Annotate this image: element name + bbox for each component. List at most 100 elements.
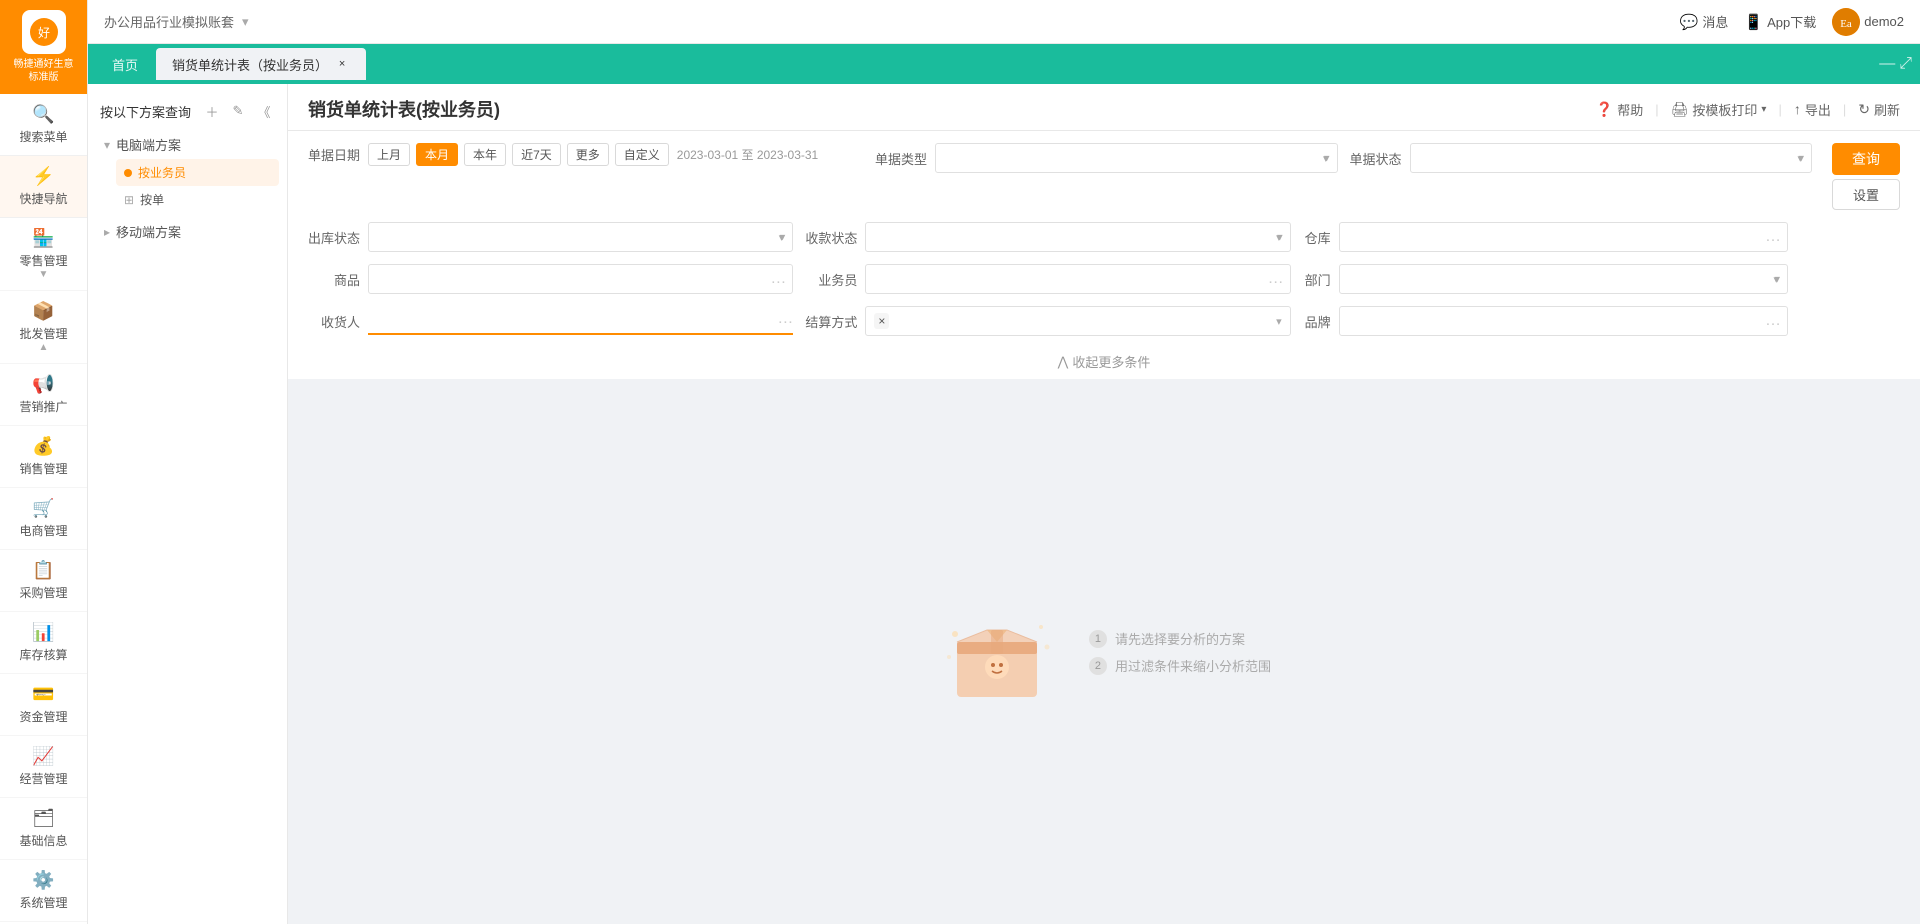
doc-status-group: 单据状态 — [1350, 143, 1813, 173]
marketing-icon: 📢 — [32, 374, 54, 395]
date-filter-group: 单据日期 上月 本月 本年 近7天 更多 自定义 2023-03-01 至 20… — [308, 143, 863, 166]
salesperson-group: 业务员 … — [805, 264, 1290, 294]
search-menu-btn[interactable]: 🔍 搜索菜单 — [6, 100, 81, 149]
tab-close-btn[interactable]: × — [334, 56, 350, 72]
sidebar-item-finance[interactable]: 💳 资金管理 — [0, 674, 87, 736]
payment-group: 结算方式 × ▾ — [805, 306, 1290, 336]
panel-edit-btn[interactable]: ✎ — [227, 100, 249, 122]
tab-minimize-btn[interactable]: — — [1879, 55, 1895, 73]
warehouse-input[interactable]: … — [1339, 222, 1788, 252]
warehouse-dots: … — [1765, 228, 1781, 246]
print-arrow: ▾ — [1761, 104, 1766, 115]
tree-mobile-scheme[interactable]: ▸ 移动端方案 — [96, 217, 279, 246]
tree-item-by-order[interactable]: ⊞ 按单 — [116, 186, 279, 213]
sidebar-item-system[interactable]: ⚙️ 系统管理 — [0, 860, 87, 922]
message-label: 消息 — [1702, 12, 1728, 31]
brand-input[interactable]: … — [1339, 306, 1788, 336]
sidebar-item-operation[interactable]: 📈 经营管理 — [0, 736, 87, 798]
inventory-icon: 📊 — [32, 622, 54, 643]
logo-text: 畅捷通好生意 标准版 — [14, 58, 74, 84]
department-select[interactable] — [1339, 264, 1788, 294]
tab-maximize-btn[interactable]: ⤢ — [1899, 55, 1912, 73]
tree-pc-scheme[interactable]: ▾ 电脑端方案 — [96, 130, 279, 159]
doc-status-select[interactable] — [1410, 143, 1812, 173]
panel-collapse-btn[interactable]: 《 — [253, 100, 275, 122]
sidebar-item-purchase[interactable]: 📋 采购管理 — [0, 550, 87, 612]
doc-type-select-wrapper — [935, 143, 1337, 173]
sidebar-item-ecommerce[interactable]: 🛒 电商管理 — [0, 488, 87, 550]
sidebar-item-wholesale[interactable]: 📦 批发管理 ▲ — [0, 291, 87, 364]
query-btn[interactable]: 查询 — [1832, 143, 1900, 175]
svg-text:好: 好 — [37, 26, 49, 40]
tab-sales-stats[interactable]: 销货单统计表（按业务员） × — [156, 48, 366, 80]
sidebar-item-retail[interactable]: 🏪 零售管理 ▼ — [0, 218, 87, 291]
filter-row-3: 商品 … 业务员 … 部门 — [288, 260, 1920, 302]
app-download-btn[interactable]: 📱 App下载 — [1744, 12, 1816, 31]
sidebar-item-basic[interactable]: 🗂 基础信息 — [0, 798, 87, 860]
retail-icon: 🏪 — [32, 228, 54, 249]
salesperson-input[interactable]: … — [865, 264, 1290, 294]
page-header: 销货单统计表(按业务员) ❓ 帮助 | 🖨 按模板打印 ▾ | ↑ — [288, 84, 1920, 131]
empty-tips: 1 请先选择要分析的方案 2 用过滤条件来缩小分析范围 — [1089, 629, 1271, 675]
help-icon: ❓ — [1596, 101, 1613, 118]
empty-illustration — [937, 592, 1057, 712]
salesperson-dots: … — [1268, 270, 1284, 288]
system-icon: ⚙️ — [32, 870, 54, 891]
quick-nav-btn[interactable]: ⚡ 快捷导航 — [6, 162, 81, 211]
user-menu[interactable]: Ea demo2 — [1832, 8, 1904, 36]
quick-nav-item[interactable]: ⚡ 快捷导航 — [0, 156, 87, 218]
recv-status-wrapper — [865, 222, 1290, 252]
this-year-btn[interactable]: 本年 — [464, 143, 506, 166]
payment-select[interactable]: × ▾ — [865, 306, 1290, 336]
consignee-group: 收货人 … — [308, 307, 793, 335]
consignee-input[interactable]: … — [368, 307, 793, 335]
page-title: 销货单统计表(按业务员) — [308, 96, 500, 122]
department-wrapper — [1339, 264, 1788, 294]
refresh-btn[interactable]: ↻ 刷新 — [1858, 100, 1900, 119]
department-label: 部门 — [1303, 270, 1331, 289]
recv-status-select[interactable] — [865, 222, 1290, 252]
home-label: 首页 — [112, 55, 138, 74]
print-btn[interactable]: 🖨 按模板打印 ▾ — [1671, 100, 1767, 119]
settings-btn[interactable]: 设置 — [1832, 179, 1900, 210]
tab-actions: — ⤢ — [1879, 55, 1912, 73]
tree-item-by-salesperson[interactable]: 按业务员 — [116, 159, 279, 186]
collapse-btn[interactable]: ⋀ 收起更多条件 — [288, 344, 1920, 379]
last7days-btn[interactable]: 近7天 — [512, 143, 561, 166]
payment-arrow: ▾ — [1276, 315, 1282, 328]
refresh-icon: ↻ — [1858, 101, 1870, 118]
active-dot — [124, 169, 132, 177]
doc-status-label: 单据状态 — [1350, 149, 1402, 168]
help-btn[interactable]: ❓ 帮助 — [1596, 100, 1643, 119]
panel-actions: ＋ ✎ 《 — [201, 100, 275, 122]
tab-home[interactable]: 首页 — [96, 48, 154, 80]
doc-type-select[interactable] — [935, 143, 1337, 173]
export-btn[interactable]: ↑ 导出 — [1794, 100, 1831, 119]
date-filter-row: 上月 本月 本年 近7天 更多 自定义 — [368, 143, 669, 166]
prev-month-btn[interactable]: 上月 — [368, 143, 410, 166]
out-status-select[interactable] — [368, 222, 793, 252]
tab-sales-label: 销货单统计表（按业务员） — [172, 55, 328, 74]
this-month-btn[interactable]: 本月 — [416, 143, 458, 166]
action-buttons: 查询 设置 — [1832, 143, 1900, 210]
sidebar-item-inventory[interactable]: 📊 库存核算 — [0, 612, 87, 674]
filter-section: 单据日期 上月 本月 本年 近7天 更多 自定义 2023-03-01 至 20… — [288, 131, 1920, 379]
sidebar-item-marketing[interactable]: 📢 营销推广 — [0, 364, 87, 426]
custom-btn[interactable]: 自定义 — [615, 143, 669, 166]
panel-add-btn[interactable]: ＋ — [201, 100, 223, 122]
goods-input[interactable]: … — [368, 264, 793, 294]
search-nav-item[interactable]: 🔍 搜索菜单 — [0, 94, 87, 156]
page-actions: ❓ 帮助 | 🖨 按模板打印 ▾ | ↑ 导出 | — [1596, 100, 1900, 119]
tree-collapsed-icon: ▸ — [104, 225, 110, 239]
topbar-left: 办公用品行业模拟账套 ▾ — [104, 12, 249, 31]
dropdown-arrow[interactable]: ▾ — [242, 14, 249, 30]
finance-icon: 💳 — [32, 684, 54, 705]
panel-header-title: 按以下方案查询 — [100, 102, 191, 121]
print-icon: 🖨 — [1671, 101, 1689, 118]
left-panel-header: 按以下方案查询 ＋ ✎ 《 — [88, 96, 287, 130]
message-btn[interactable]: 💬 消息 — [1680, 12, 1729, 31]
sidebar-item-sales[interactable]: 💰 销售管理 — [0, 426, 87, 488]
goods-dots: … — [770, 270, 786, 288]
topbar-right: 💬 消息 📱 App下载 Ea demo2 — [1680, 8, 1904, 36]
more-btn[interactable]: 更多 — [567, 143, 609, 166]
